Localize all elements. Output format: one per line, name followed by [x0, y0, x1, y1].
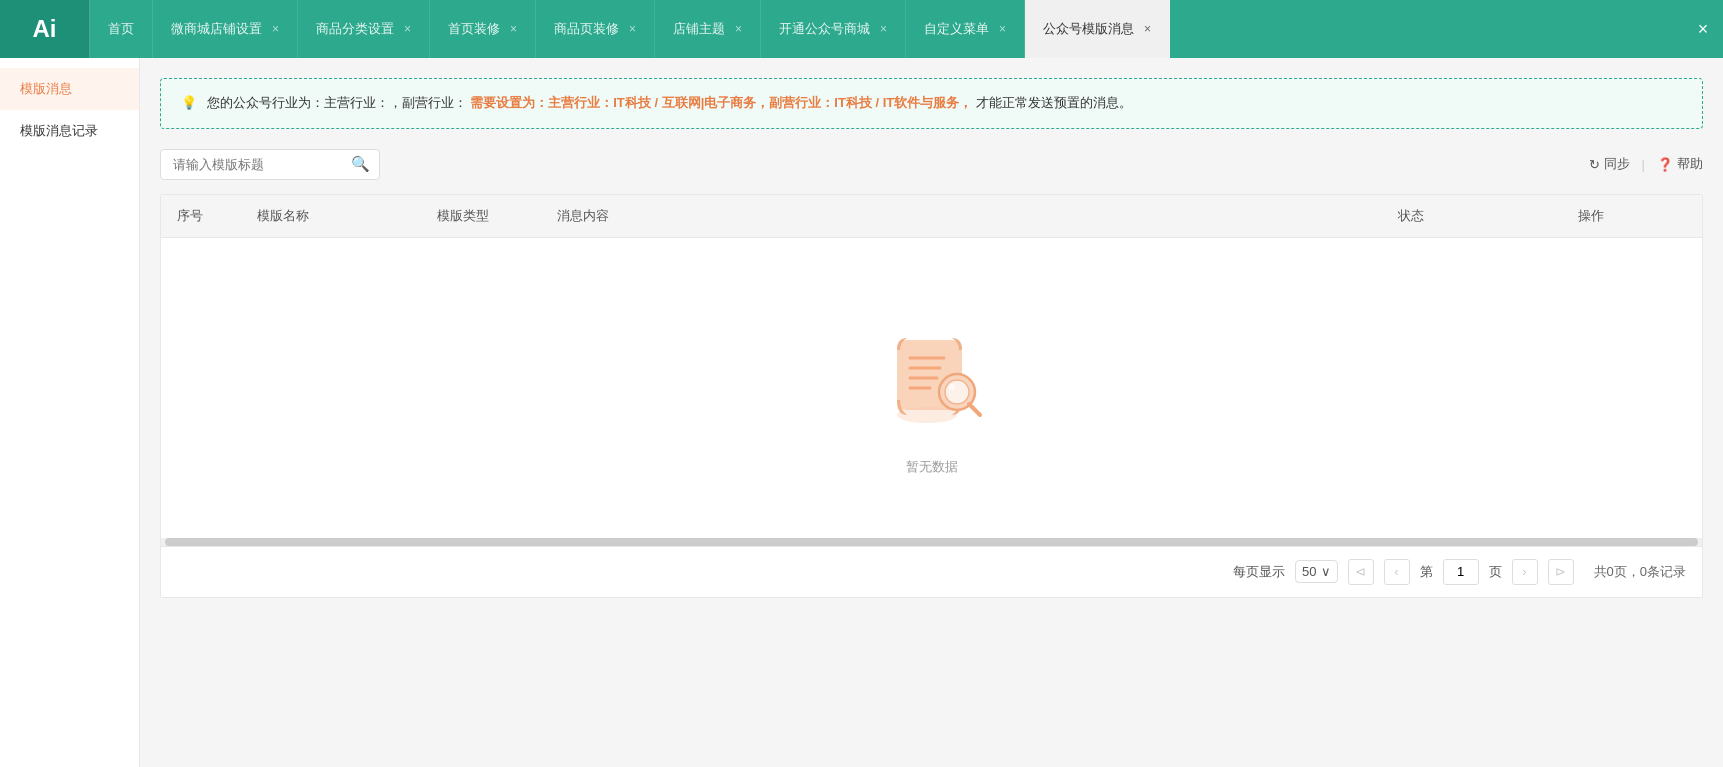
th-seq: 序号	[161, 195, 241, 237]
svg-point-8	[949, 384, 955, 390]
search-input-wrap: 🔍	[160, 149, 380, 180]
close-tab-homepage[interactable]: ×	[510, 22, 517, 36]
sync-label: 同步	[1604, 155, 1630, 173]
divider: |	[1642, 157, 1645, 172]
prev-page-button[interactable]: ‹	[1384, 559, 1410, 585]
close-tab-category[interactable]: ×	[404, 22, 411, 36]
search-left: 🔍	[160, 149, 380, 180]
page-size-select[interactable]: 50 ∨	[1295, 560, 1337, 583]
empty-text: 暂无数据	[906, 458, 958, 476]
close-tab-weshop[interactable]: ×	[272, 22, 279, 36]
page-unit-label: 页	[1489, 563, 1502, 581]
th-type: 模版类型	[421, 195, 541, 237]
page-size-value: 50	[1302, 564, 1316, 579]
table-body: 暂无数据	[161, 238, 1702, 538]
svg-point-6	[945, 380, 969, 404]
svg-line-7	[969, 404, 980, 415]
nav-tab-category[interactable]: 商品分类设置×	[298, 0, 430, 58]
page-label-text: 第	[1420, 563, 1433, 581]
sidebar: 模版消息模版消息记录	[0, 58, 140, 767]
first-page-button[interactable]: ⊲	[1348, 559, 1374, 585]
empty-illustration	[872, 320, 992, 440]
th-action: 操作	[1562, 195, 1702, 237]
close-tab-product[interactable]: ×	[629, 22, 636, 36]
notice-highlight: 需要设置为：主营行业：IT科技 / 互联网|电子商务，副营行业：IT科技 / I…	[470, 95, 972, 110]
help-button[interactable]: ❓ 帮助	[1657, 155, 1703, 173]
next-page-button[interactable]: ›	[1512, 559, 1538, 585]
nav-tab-custommenu[interactable]: 自定义菜单×	[906, 0, 1025, 58]
notice-suffix: 才能正常发送预置的消息。	[976, 95, 1132, 110]
close-tab-theme[interactable]: ×	[735, 22, 742, 36]
total-records-text: 共0页，0条记录	[1594, 563, 1686, 581]
search-icon[interactable]: 🔍	[351, 155, 370, 173]
nav-tabs: 首页微商城店铺设置×商品分类设置×首页装修×商品页装修×店铺主题×开通公众号商城…	[90, 0, 1683, 58]
next-page-icon: ›	[1522, 564, 1526, 579]
notice-banner: 💡 您的公众号行业为：主营行业：，副营行业： 需要设置为：主营行业：IT科技 /…	[160, 78, 1703, 129]
current-page-input[interactable]	[1443, 559, 1479, 585]
sidebar-item-template-msg-record[interactable]: 模版消息记录	[0, 110, 139, 152]
table-header: 序号模版名称模版类型消息内容状态操作	[161, 195, 1702, 238]
th-content: 消息内容	[541, 195, 1382, 237]
app-logo: Ai	[0, 0, 90, 58]
nav-tab-homepage[interactable]: 首页装修×	[430, 0, 536, 58]
close-tab-custommenu[interactable]: ×	[999, 22, 1006, 36]
last-page-button[interactable]: ⊳	[1548, 559, 1574, 585]
notice-icon: 💡	[181, 95, 197, 110]
page-size-label: 每页显示	[1233, 563, 1285, 581]
close-all-button[interactable]: ×	[1683, 0, 1723, 58]
help-icon: ❓	[1657, 157, 1673, 172]
nav-tab-templatemsg[interactable]: 公众号模版消息×	[1025, 0, 1170, 58]
sidebar-item-template-msg[interactable]: 模版消息	[0, 68, 139, 110]
close-tab-templatemsg[interactable]: ×	[1144, 22, 1151, 36]
main-layout: 模版消息模版消息记录 💡 您的公众号行业为：主营行业：，副营行业： 需要设置为：…	[0, 58, 1723, 767]
search-bar: 🔍 ↻ 同步 | ❓ 帮助	[160, 149, 1703, 180]
first-page-icon: ⊲	[1355, 564, 1366, 579]
close-tab-openstore[interactable]: ×	[880, 22, 887, 36]
help-label: 帮助	[1677, 155, 1703, 173]
top-nav: Ai 首页微商城店铺设置×商品分类设置×首页装修×商品页装修×店铺主题×开通公众…	[0, 0, 1723, 58]
nav-tab-weshop[interactable]: 微商城店铺设置×	[153, 0, 298, 58]
search-input[interactable]	[160, 149, 380, 180]
last-page-icon: ⊳	[1555, 564, 1566, 579]
nav-tab-theme[interactable]: 店铺主题×	[655, 0, 761, 58]
notice-prefix: 您的公众号行业为：主营行业：，副营行业：	[207, 95, 467, 110]
nav-tab-product[interactable]: 商品页装修×	[536, 0, 655, 58]
sync-icon: ↻	[1589, 157, 1600, 172]
scroll-thumb[interactable]	[165, 538, 1698, 546]
search-right: ↻ 同步 | ❓ 帮助	[1589, 155, 1703, 173]
chevron-down-icon: ∨	[1321, 564, 1331, 579]
nav-tab-openstore[interactable]: 开通公众号商城×	[761, 0, 906, 58]
th-name: 模版名称	[241, 195, 421, 237]
prev-page-icon: ‹	[1394, 564, 1398, 579]
pagination: 每页显示 50 ∨ ⊲ ‹ 第 页 › ⊳	[161, 546, 1702, 597]
content-area: 💡 您的公众号行业为：主营行业：，副营行业： 需要设置为：主营行业：IT科技 /…	[140, 58, 1723, 767]
nav-tab-home[interactable]: 首页	[90, 0, 153, 58]
empty-state: 暂无数据	[872, 260, 992, 516]
th-status: 状态	[1382, 195, 1562, 237]
sync-button[interactable]: ↻ 同步	[1589, 155, 1630, 173]
horizontal-scrollbar[interactable]	[161, 538, 1702, 546]
data-table: 序号模版名称模版类型消息内容状态操作	[160, 194, 1703, 598]
